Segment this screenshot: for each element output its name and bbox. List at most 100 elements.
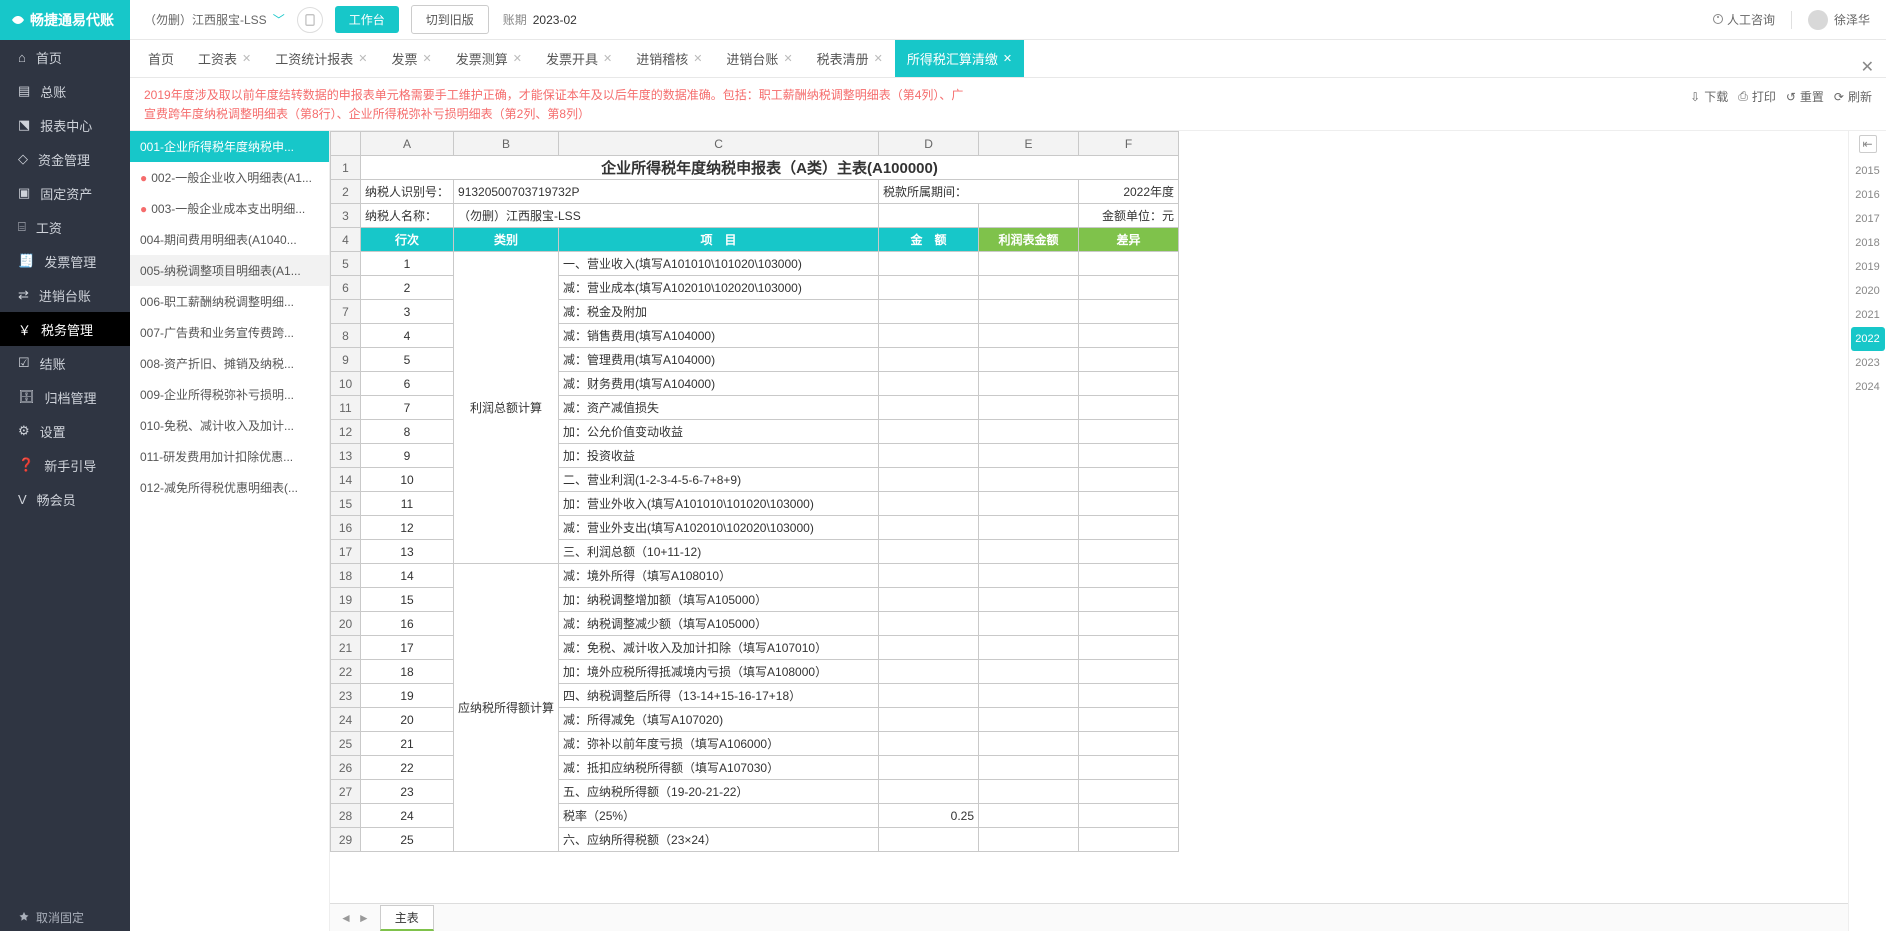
close-icon[interactable]: ✕ [513, 52, 522, 65]
tab-bar: 首页工资表✕工资统计报表✕发票✕发票测算✕发票开具✕进销稽核✕进销台账✕税表清册… [130, 40, 1886, 78]
consult-link[interactable]: 人工咨询 [1712, 11, 1775, 28]
tab[interactable]: 发票✕ [379, 40, 443, 77]
tab[interactable]: 工资统计报表✕ [263, 40, 379, 77]
print-button[interactable]: ⎙ 打印 [1738, 86, 1776, 105]
sidebar-icon: 🗄 [18, 389, 35, 405]
clipboard-icon[interactable] [297, 7, 323, 33]
warn-icon: ● [140, 202, 147, 216]
close-icon[interactable]: ✕ [603, 52, 612, 65]
sidebar-item[interactable]: ▣固定资产 [0, 176, 130, 210]
sidebar-icon: ▣ [18, 185, 30, 201]
sidebar-item[interactable]: ⌂首页 [0, 40, 130, 74]
table-row[interactable]: 1814应纳税所得额计算减：境外所得（填写A108010） [331, 564, 1179, 588]
reset-button[interactable]: ↺ 重置 [1786, 86, 1824, 105]
form-list: 001-企业所得税年度纳税申...●002-一般企业收入明细表(A1...●00… [130, 131, 330, 931]
sidebar-item[interactable]: ⚙设置 [0, 414, 130, 448]
form-list-item[interactable]: 007-广告费和业务宣传费跨... [130, 317, 329, 348]
pin-icon [18, 911, 30, 923]
sidebar-icon: ⚙ [18, 423, 30, 439]
sidebar-item[interactable]: 🧾发票管理 [0, 244, 130, 278]
brand-logo: 畅捷通易代账 [0, 0, 130, 40]
close-icon[interactable]: ✕ [783, 52, 792, 65]
tab[interactable]: 进销稽核✕ [624, 40, 714, 77]
form-list-item[interactable]: 001-企业所得税年度纳税申... [130, 131, 329, 162]
close-icon[interactable]: ✕ [1003, 52, 1012, 65]
year-item[interactable]: 2017 [1851, 207, 1885, 231]
workbench-button[interactable]: 工作台 [335, 6, 399, 33]
form-list-item[interactable]: 011-研发费用加计扣除优惠... [130, 441, 329, 472]
sidebar-item[interactable]: ❓新手引导 [0, 448, 130, 482]
close-icon[interactable]: ✕ [358, 52, 367, 65]
year-item[interactable]: 2023 [1851, 351, 1885, 375]
form-list-item[interactable]: 004-期间费用明细表(A1040... [130, 224, 329, 255]
year-item[interactable]: 2022 [1851, 327, 1885, 351]
close-icon[interactable]: ✕ [693, 52, 702, 65]
sidebar-item[interactable]: ⇄进销台账 [0, 278, 130, 312]
tab[interactable]: 发票开具✕ [534, 40, 624, 77]
sidebar-icon: ￥ [18, 320, 31, 339]
avatar-icon [1808, 10, 1828, 30]
table-row[interactable]: 51利润总额计算一、营业收入(填写A101010\101020\103000) [331, 252, 1179, 276]
sidebar-item[interactable]: ￥税务管理 [0, 312, 130, 346]
sidebar-item[interactable]: 🗄归档管理 [0, 380, 130, 414]
user-menu[interactable]: 徐泽华 [1808, 10, 1870, 30]
sidebar-icon: ❓ [18, 457, 34, 473]
form-list-item[interactable]: 006-职工薪酬纳税调整明细... [130, 286, 329, 317]
close-icon[interactable]: ✕ [423, 52, 432, 65]
period-label: 账期 [503, 11, 527, 28]
year-rail: ⇤ 20152016201720182019202020212022202320… [1848, 131, 1886, 931]
sheet-footer: ◄ ► 主表 [330, 903, 1848, 931]
download-button[interactable]: ⇩ 下载 [1690, 86, 1728, 105]
tab[interactable]: 税表清册✕ [805, 40, 895, 77]
sidebar-item[interactable]: ⬔报表中心 [0, 108, 130, 142]
year-item[interactable]: 2016 [1851, 183, 1885, 207]
year-item[interactable]: 2018 [1851, 231, 1885, 255]
year-item[interactable]: 2019 [1851, 255, 1885, 279]
form-list-item[interactable]: 012-减免所得税优惠明细表(... [130, 472, 329, 503]
year-item[interactable]: 2024 [1851, 375, 1885, 399]
sidebar-icon: ☑ [18, 355, 30, 371]
close-all-tabs[interactable]: ✕ [1849, 57, 1886, 77]
close-icon[interactable]: ✕ [874, 52, 883, 65]
sidebar-icon: ⌸ [18, 219, 26, 235]
sidebar: ⌂首页▤总账⬔报表中心◇资金管理▣固定资产⌸工资🧾发票管理⇄进销台账￥税务管理☑… [0, 40, 130, 931]
form-list-item[interactable]: 010-免税、减计收入及加计... [130, 410, 329, 441]
sidebar-icon: V [18, 492, 27, 507]
period-value[interactable]: 2023-02 [533, 13, 577, 27]
sidebar-icon: ⇄ [18, 287, 29, 303]
refresh-button[interactable]: ⟳ 刷新 [1834, 86, 1872, 105]
form-list-item[interactable]: ●002-一般企业收入明细表(A1... [130, 162, 329, 193]
year-item[interactable]: 2015 [1851, 159, 1885, 183]
year-item[interactable]: 2020 [1851, 279, 1885, 303]
sidebar-item[interactable]: V畅会员 [0, 482, 130, 516]
expand-rail-icon[interactable]: ⇤ [1859, 135, 1877, 153]
form-list-item[interactable]: 005-纳税调整项目明细表(A1... [130, 255, 329, 286]
tab[interactable]: 发票测算✕ [444, 40, 534, 77]
year-item[interactable]: 2021 [1851, 303, 1885, 327]
form-list-item[interactable]: 008-资产折旧、摊销及纳税... [130, 348, 329, 379]
sidebar-item[interactable]: ◇资金管理 [0, 142, 130, 176]
sheet-prev[interactable]: ◄ [340, 911, 352, 925]
sheet-tab[interactable]: 主表 [380, 905, 434, 931]
sidebar-icon: ⬔ [18, 117, 30, 133]
sidebar-item[interactable]: ▤总账 [0, 74, 130, 108]
spreadsheet[interactable]: ABCDEF1企业所得税年度纳税申报表（A类）主表(A100000)2纳税人识别… [330, 131, 1848, 903]
tab[interactable]: 工资表✕ [186, 40, 263, 77]
warning-text: 2019年度涉及取以前年度结转数据的申报表单元格需要手工维护正确，才能保证本年及… [144, 86, 964, 124]
sidebar-item[interactable]: ⌸工资 [0, 210, 130, 244]
tab[interactable]: 所得税汇算清缴✕ [895, 40, 1024, 77]
close-icon[interactable]: ✕ [242, 52, 251, 65]
sheet-next[interactable]: ► [358, 911, 370, 925]
chevron-down-icon: ﹀ [273, 11, 285, 28]
switch-old-button[interactable]: 切到旧版 [411, 5, 489, 34]
company-select[interactable]: （勿删）江西服宝-LSS﹀ [144, 11, 285, 28]
sidebar-icon: ◇ [18, 151, 28, 167]
warn-icon: ● [140, 171, 147, 185]
sidebar-item[interactable]: ☑结账 [0, 346, 130, 380]
sidebar-icon: ⌂ [18, 50, 26, 65]
tab[interactable]: 进销台账✕ [714, 40, 804, 77]
form-list-item[interactable]: 009-企业所得税弥补亏损明... [130, 379, 329, 410]
tab[interactable]: 首页 [136, 40, 186, 77]
unpin-button[interactable]: 取消固定 [0, 903, 130, 931]
form-list-item[interactable]: ●003-一般企业成本支出明细... [130, 193, 329, 224]
